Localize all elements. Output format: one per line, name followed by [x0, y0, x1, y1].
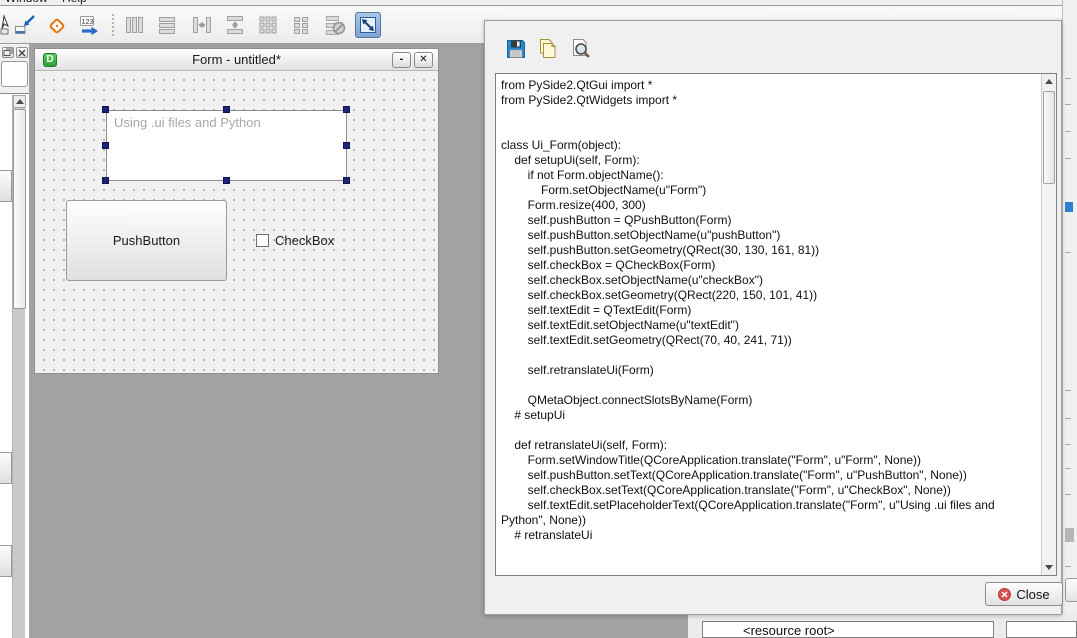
selection-handle-nw[interactable]	[102, 106, 109, 113]
widget-box-list	[0, 93, 29, 638]
scrollbar-thumb[interactable]	[1043, 91, 1055, 184]
form-minimize-button[interactable]: -	[392, 52, 411, 68]
edit-buddies-icon	[46, 14, 68, 36]
resource-tree-panel[interactable]: <resource root>	[702, 621, 994, 638]
copy-button[interactable]	[536, 37, 560, 61]
selection-handle-sw[interactable]	[102, 177, 109, 184]
close-circle-icon	[998, 588, 1011, 601]
widget-box-panel	[0, 44, 29, 638]
float-icon	[3, 48, 13, 57]
layout-vertically-splitter-button[interactable]	[222, 12, 248, 38]
layout-horizontally-splitter-icon	[191, 14, 213, 36]
find-icon	[570, 38, 592, 60]
copy-icon	[537, 38, 559, 60]
close-dialog-button[interactable]: Close	[985, 582, 1063, 606]
find-button[interactable]	[569, 37, 593, 61]
checkbox-widget[interactable]: CheckBox	[256, 220, 357, 261]
layout-form-icon	[290, 14, 312, 36]
selection-handle-se[interactable]	[343, 177, 350, 184]
code-scrollbar[interactable]	[1041, 74, 1056, 575]
form-designer-window: D Form - untitled* - ✕ Using .ui files a…	[34, 48, 439, 374]
property-editor-edge	[1062, 0, 1077, 638]
layout-grid-button[interactable]	[255, 12, 281, 38]
selection-handle-s[interactable]	[223, 177, 230, 184]
edit-widgets-button[interactable]	[0, 12, 12, 38]
triangle-down-icon	[1045, 565, 1053, 570]
widget-box-scrollbar[interactable]	[12, 95, 25, 638]
resource-browser-window: <resource root>	[688, 613, 1077, 638]
menu-help[interactable]: Help	[62, 0, 87, 5]
resource-root-label: <resource root>	[703, 622, 993, 638]
generated-python-code: from PySide2.QtGui import * from PySide2…	[501, 78, 1009, 543]
edit-buddies-button[interactable]	[44, 12, 70, 38]
form-canvas[interactable]: Using .ui files and Python PushButton Ch…	[35, 71, 438, 373]
triangle-up-icon	[1045, 79, 1053, 84]
resource-file-panel[interactable]	[1006, 621, 1077, 638]
edit-signals-slots-button[interactable]	[12, 12, 38, 38]
checkbox-label: CheckBox	[275, 233, 334, 248]
toolbar-handle[interactable]	[112, 14, 116, 36]
checkbox-indicator[interactable]	[256, 234, 269, 247]
selection-handle-w[interactable]	[102, 142, 109, 149]
edit-tab-order-icon: 123	[78, 14, 100, 36]
pushbutton-label: PushButton	[113, 233, 180, 248]
code-preview-dialog: from PySide2.QtGui import * from PySide2…	[484, 20, 1062, 615]
textedit-placeholder: Using .ui files and Python	[114, 115, 261, 130]
selected-property-mark	[1065, 202, 1073, 212]
form-close-button[interactable]: ✕	[414, 52, 433, 68]
layout-form-button[interactable]	[288, 12, 314, 38]
widget-category-row[interactable]	[0, 170, 12, 202]
scrollbar-thumb[interactable]	[13, 109, 26, 309]
layout-horizontally-icon	[123, 14, 145, 36]
scroll-up-button[interactable]	[1042, 74, 1056, 89]
triangle-up-icon	[16, 99, 24, 104]
form-window-title: Form - untitled*	[35, 52, 438, 67]
close-icon	[18, 49, 26, 57]
close-button-label: Close	[1016, 587, 1049, 602]
scroll-up-button[interactable]	[13, 95, 26, 108]
partial-button[interactable]	[1065, 578, 1077, 602]
layout-horizontally-button[interactable]	[121, 12, 147, 38]
layout-grid-icon	[257, 14, 279, 36]
pushbutton-widget[interactable]: PushButton	[66, 200, 227, 281]
break-layout-icon	[324, 14, 346, 36]
svg-text:123: 123	[82, 19, 94, 26]
code-text-area[interactable]: from PySide2.QtGui import * from PySide2…	[495, 73, 1057, 576]
layout-vertically-icon	[156, 14, 178, 36]
selection-handle-ne[interactable]	[343, 106, 350, 113]
scroll-down-button[interactable]	[1042, 560, 1056, 575]
layout-vertically-splitter-icon	[224, 14, 246, 36]
selection-handle-n[interactable]	[223, 106, 230, 113]
break-layout-button[interactable]	[322, 12, 348, 38]
layout-horizontally-splitter-button[interactable]	[189, 12, 215, 38]
save-button[interactable]	[504, 37, 528, 61]
form-window-titlebar[interactable]: D Form - untitled* - ✕	[35, 49, 438, 71]
dock-float-button[interactable]	[2, 47, 14, 58]
edit-tab-order-button[interactable]: 123	[76, 12, 102, 38]
widget-filter-input[interactable]	[1, 61, 28, 87]
adjust-size-icon	[357, 14, 379, 36]
adjust-size-button[interactable]	[355, 12, 381, 38]
menu-window[interactable]: Window	[5, 0, 48, 5]
layout-vertically-button[interactable]	[154, 12, 180, 38]
edit-signals-slots-icon	[14, 14, 36, 36]
widget-category-row[interactable]	[0, 545, 12, 577]
textedit-widget[interactable]: Using .ui files and Python	[106, 110, 347, 181]
selection-handle-e[interactable]	[343, 142, 350, 149]
save-icon	[505, 38, 527, 60]
edit-widgets-icon	[0, 14, 10, 36]
qt-designer-screen: Window Help 1	[0, 0, 1077, 638]
widget-category-row[interactable]	[0, 452, 12, 484]
dock-close-button[interactable]	[16, 47, 28, 58]
